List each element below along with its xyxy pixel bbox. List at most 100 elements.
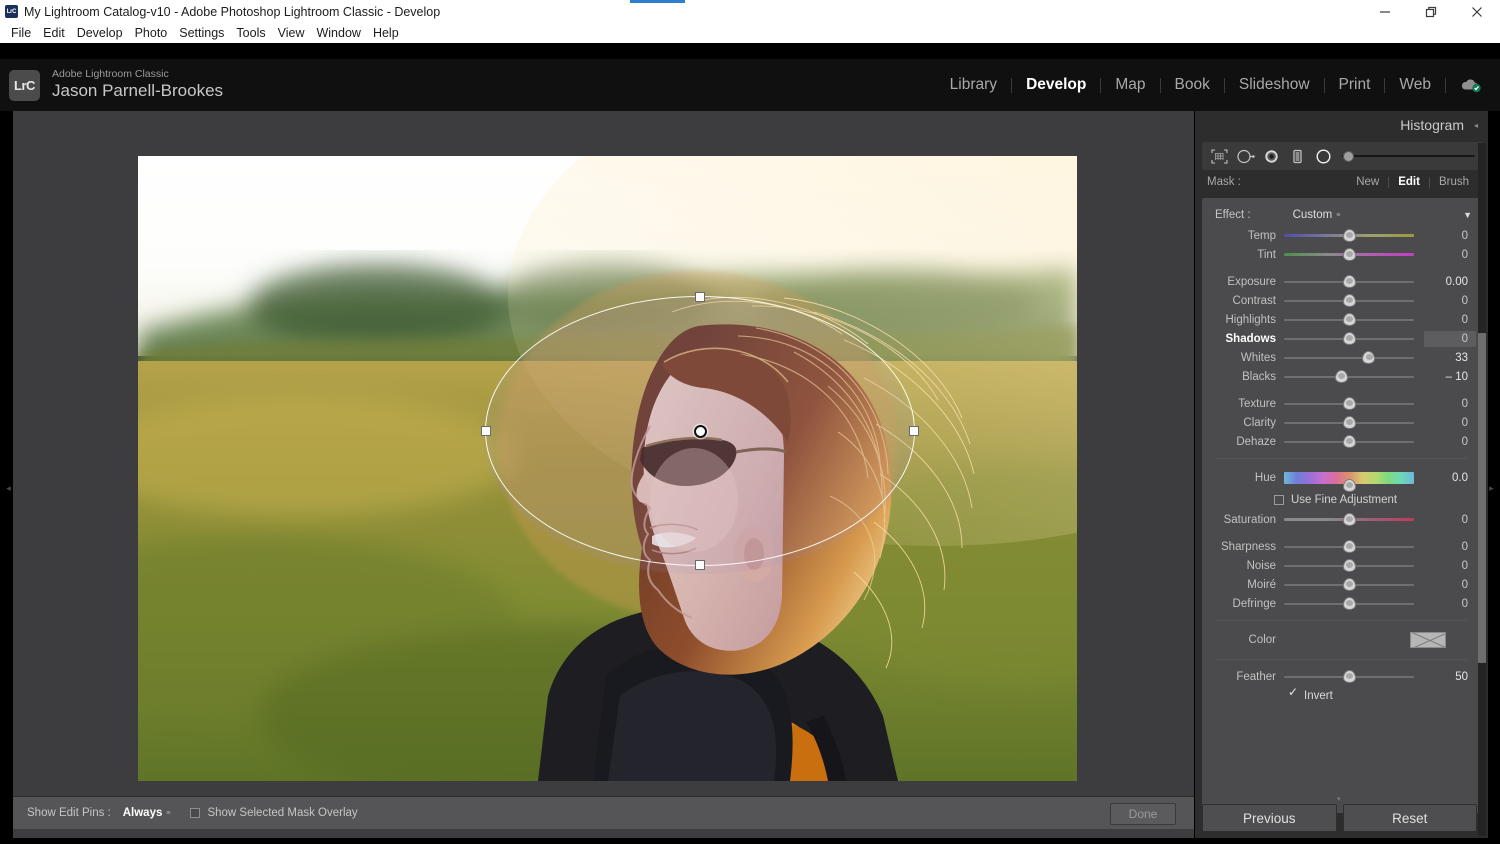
cloud-synced-icon[interactable]: [1460, 77, 1482, 93]
slider-row-defringe[interactable]: Defringe 0: [1202, 594, 1481, 613]
module-print[interactable]: Print: [1325, 76, 1385, 94]
menu-edit[interactable]: Edit: [37, 26, 71, 40]
linear-gradient-icon[interactable]: [1232, 145, 1258, 167]
slider-row-temp[interactable]: Temp 0: [1202, 226, 1481, 245]
slider-row-texture[interactable]: Texture 0: [1202, 394, 1481, 413]
invert-checkbox[interactable]: [1288, 685, 1299, 702]
menu-settings[interactable]: Settings: [173, 26, 230, 40]
show-edit-pins-dropdown-icon[interactable]: ≡: [166, 810, 170, 817]
contrast-slider-knob[interactable]: [1342, 294, 1356, 307]
slider-row-saturation[interactable]: Saturation 0: [1202, 510, 1481, 529]
defringe-value-box[interactable]: 0: [1424, 596, 1476, 612]
saturation-slider-knob[interactable]: [1342, 513, 1356, 526]
moire-slider[interactable]: [1284, 577, 1414, 593]
contrast-slider[interactable]: [1284, 293, 1414, 309]
module-slideshow[interactable]: Slideshow: [1225, 76, 1324, 94]
slider-row-moire[interactable]: Moiré 0: [1202, 575, 1481, 594]
mask-mode-brush[interactable]: Brush: [1430, 176, 1478, 188]
radial-gradient-icon[interactable]: [1258, 145, 1284, 167]
hue-slider[interactable]: [1284, 470, 1414, 492]
tool-size-slider-knob[interactable]: [1343, 150, 1354, 162]
blacks-value-box[interactable]: – 10: [1424, 369, 1476, 385]
temp-slider[interactable]: [1284, 228, 1414, 244]
slider-row-feather[interactable]: Feather 50: [1202, 667, 1481, 686]
menu-tools[interactable]: Tools: [230, 26, 271, 40]
right-panel-scrollbar-thumb[interactable]: [1478, 333, 1486, 663]
highlights-slider[interactable]: [1284, 312, 1414, 328]
shadows-slider-knob[interactable]: [1342, 332, 1356, 345]
none-color-swatch[interactable]: [1410, 632, 1446, 648]
feather-slider-knob[interactable]: [1342, 670, 1356, 683]
dehaze-slider-knob[interactable]: [1342, 435, 1356, 448]
slider-row-sharpness[interactable]: Sharpness 0: [1202, 537, 1481, 556]
dehaze-slider[interactable]: [1284, 434, 1414, 450]
noise-slider-knob[interactable]: [1342, 559, 1356, 572]
show-mask-overlay-checkbox[interactable]: [190, 808, 201, 818]
exposure-slider-knob[interactable]: [1342, 275, 1356, 288]
reset-button[interactable]: Reset: [1342, 804, 1477, 832]
color-row[interactable]: Color: [1202, 628, 1481, 652]
menu-file[interactable]: File: [5, 26, 37, 40]
slider-row-whites[interactable]: Whites 33: [1202, 348, 1481, 367]
temp-value-box[interactable]: 0: [1424, 228, 1476, 244]
texture-slider-knob[interactable]: [1342, 397, 1356, 410]
noise-value-box[interactable]: 0: [1424, 558, 1476, 574]
show-edit-pins-value[interactable]: Always: [123, 807, 163, 819]
blacks-slider[interactable]: [1284, 369, 1414, 385]
hue-value-box[interactable]: 0.0: [1424, 470, 1476, 486]
right-panel-scrollbar[interactable]: [1478, 143, 1486, 836]
blacks-slider-knob[interactable]: [1334, 370, 1348, 383]
restore-icon[interactable]: [1408, 0, 1454, 23]
mask-mode-new[interactable]: New: [1347, 176, 1388, 188]
sharpness-slider-knob[interactable]: [1342, 540, 1356, 553]
menu-help[interactable]: Help: [367, 26, 405, 40]
slider-row-noise[interactable]: Noise 0: [1202, 556, 1481, 575]
defringe-slider[interactable]: [1284, 596, 1414, 612]
sharpness-value-box[interactable]: 0: [1424, 539, 1476, 555]
slider-row-contrast[interactable]: Contrast 0: [1202, 291, 1481, 310]
sharpness-slider[interactable]: [1284, 539, 1414, 555]
menu-window[interactable]: Window: [310, 26, 366, 40]
module-book[interactable]: Book: [1161, 76, 1224, 94]
highlights-slider-knob[interactable]: [1342, 313, 1356, 326]
tint-slider-knob[interactable]: [1342, 248, 1356, 261]
whites-slider[interactable]: [1284, 350, 1414, 366]
photo-viewport[interactable]: [138, 156, 1077, 781]
saturation-slider[interactable]: [1284, 512, 1414, 528]
rectangle-mask-icon[interactable]: [1284, 145, 1310, 167]
whites-slider-knob[interactable]: [1362, 351, 1375, 364]
clarity-slider-knob[interactable]: [1342, 416, 1356, 429]
shadows-slider[interactable]: [1284, 331, 1414, 347]
menu-develop[interactable]: Develop: [71, 26, 129, 40]
tool-size-slider[interactable]: [1342, 145, 1475, 167]
module-web[interactable]: Web: [1385, 76, 1445, 94]
histogram-collapse-icon[interactable]: ◂: [1474, 121, 1478, 130]
exposure-value-box[interactable]: 0.00: [1424, 274, 1476, 290]
slider-row-exposure[interactable]: Exposure 0.00: [1202, 272, 1481, 291]
use-fine-adjustment-checkbox[interactable]: [1274, 495, 1284, 505]
effect-collapse-caret-icon[interactable]: ▼: [1463, 210, 1472, 220]
highlights-value-box[interactable]: 0: [1424, 312, 1476, 328]
slider-row-highlights[interactable]: Highlights 0: [1202, 310, 1481, 329]
slider-row-blacks[interactable]: Blacks – 10: [1202, 367, 1481, 386]
menu-view[interactable]: View: [272, 26, 311, 40]
defringe-slider-knob[interactable]: [1342, 597, 1356, 610]
exposure-slider[interactable]: [1284, 274, 1414, 290]
temp-slider-knob[interactable]: [1342, 229, 1356, 242]
moire-slider-knob[interactable]: [1342, 578, 1356, 591]
clarity-value-box[interactable]: 0: [1424, 415, 1476, 431]
slider-row-tint[interactable]: Tint 0: [1202, 245, 1481, 264]
texture-slider[interactable]: [1284, 396, 1414, 412]
mask-mode-edit[interactable]: Edit: [1389, 176, 1429, 188]
slider-row-dehaze[interactable]: Dehaze 0: [1202, 432, 1481, 451]
effect-value[interactable]: Custom: [1293, 209, 1333, 221]
texture-value-box[interactable]: 0: [1424, 396, 1476, 412]
done-button[interactable]: Done: [1110, 803, 1176, 825]
menu-photo[interactable]: Photo: [129, 26, 174, 40]
noise-slider[interactable]: [1284, 558, 1414, 574]
histogram-header[interactable]: Histogram ◂: [1195, 111, 1488, 139]
clarity-slider[interactable]: [1284, 415, 1414, 431]
lrc-badge-icon[interactable]: LrC: [9, 69, 40, 101]
feather-value-box[interactable]: 50: [1424, 669, 1476, 685]
select-subject-icon[interactable]: [1206, 145, 1232, 167]
